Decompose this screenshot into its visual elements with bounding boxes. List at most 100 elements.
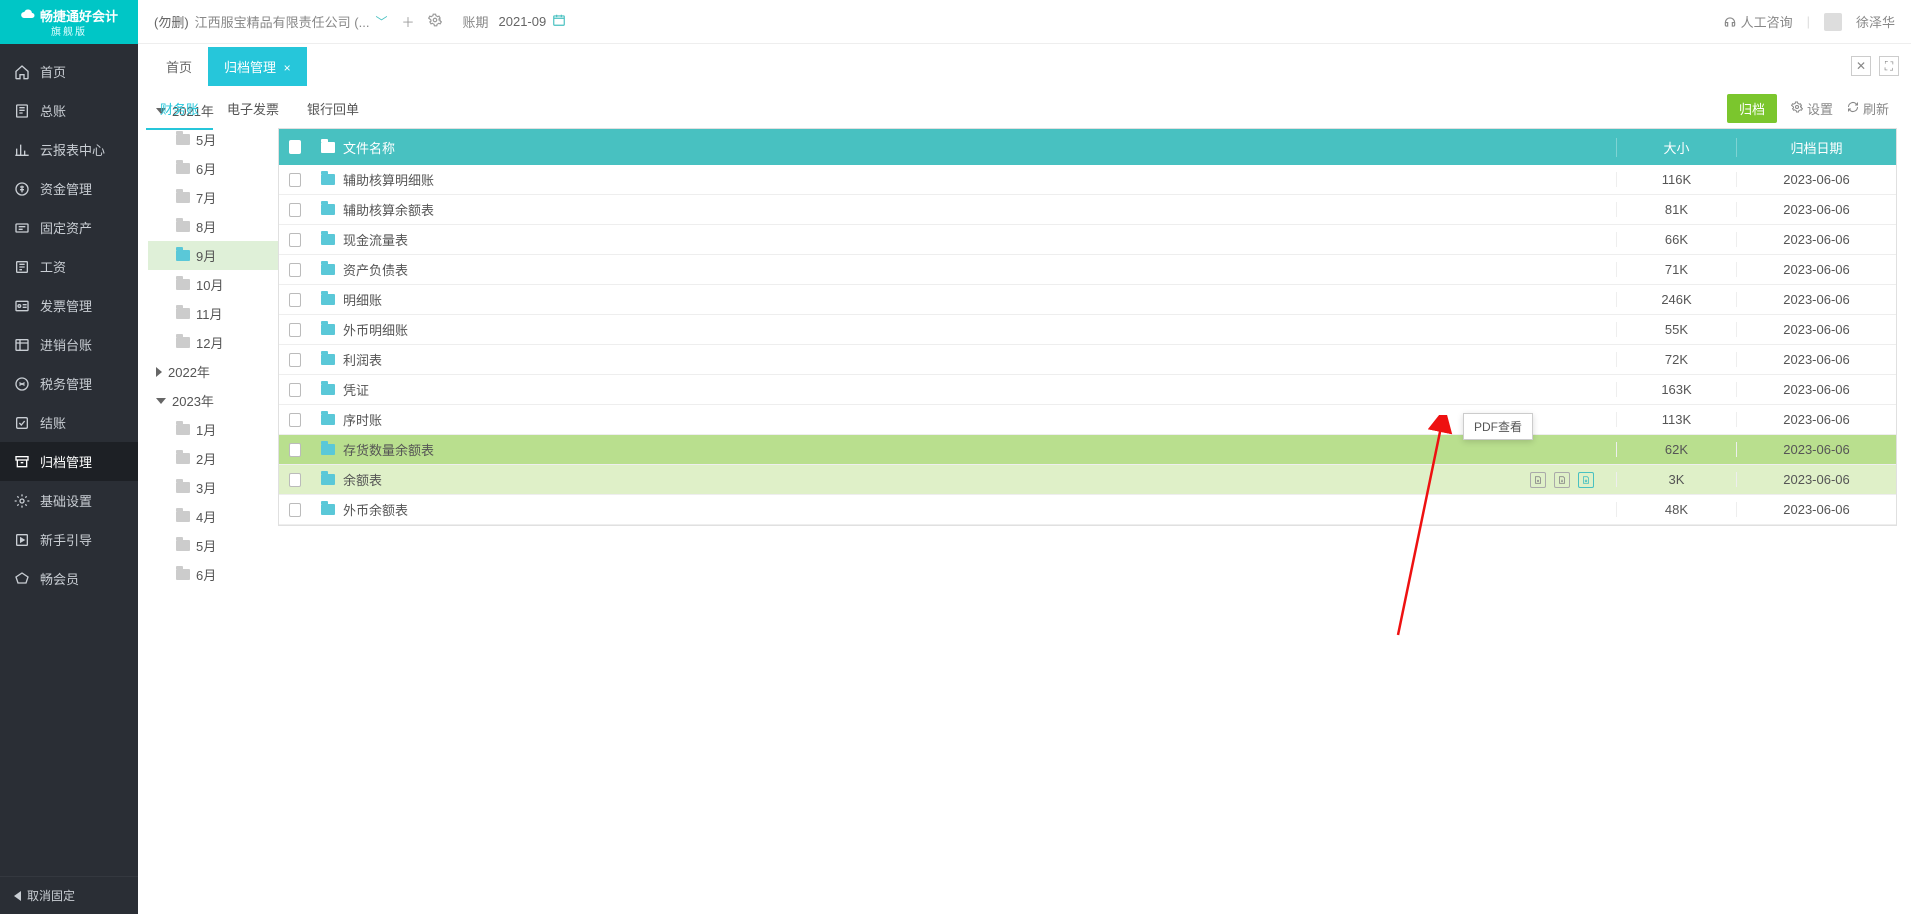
col-header-name: 文件名称 [343,138,395,157]
sidebar-item-13[interactable]: 畅会员 [0,559,138,598]
plus-icon[interactable]: ＋ [401,12,414,31]
sidebar-item-0[interactable]: 首页 [0,52,138,91]
table-row[interactable]: 辅助核算余额表81K2023-06-06 [279,195,1896,225]
tree-month-2-2[interactable]: 3月 [148,473,278,502]
year-tree: 2021年5月6月7月8月9月10月11月12月2022年2023年1月2月3月… [138,88,278,597]
sidebar-item-5[interactable]: 工资 [0,247,138,286]
ledger-icon [14,103,30,119]
sidebar-item-1[interactable]: 总账 [0,91,138,130]
select-all-checkbox[interactable] [289,140,301,154]
table-row[interactable]: 凭证163K2023-06-06 [279,375,1896,405]
sidebar-unpin[interactable]: 取消固定 [0,876,138,914]
folder-icon [321,474,335,485]
folder-icon [176,540,190,551]
tab-archive[interactable]: 归档管理 × [208,47,307,86]
row-checkbox[interactable] [289,383,301,397]
close-tab-icon[interactable]: ✕ [1851,56,1871,76]
table-row[interactable]: 利润表72K2023-06-06 [279,345,1896,375]
row-checkbox[interactable] [289,203,301,217]
caret-down-icon [156,398,166,404]
file-size: 48K [1616,502,1736,517]
table-row[interactable]: 外币余额表48K2023-06-06 [279,495,1896,525]
tree-year-1[interactable]: 2022年 [148,357,278,386]
sidebar-item-label: 总账 [40,101,66,120]
row-checkbox[interactable] [289,233,301,247]
sidebar-item-10[interactable]: 归档管理 [0,442,138,481]
calendar-icon[interactable] [552,13,566,30]
inner-tab-einvoice[interactable]: 电子发票 [213,89,293,128]
tree-month-2-4[interactable]: 5月 [148,531,278,560]
table-row[interactable]: 明细账246K2023-06-06 [279,285,1896,315]
tree-month-0-1[interactable]: 6月 [148,154,278,183]
sidebar-item-label: 基础设置 [40,491,92,510]
company-selector[interactable]: (勿删) 江西服宝精品有限责任公司 (... ﹀ [154,12,387,31]
gear-icon[interactable] [428,13,442,30]
sidebar-item-7[interactable]: 进销台账 [0,325,138,364]
tree-year-2[interactable]: 2023年 [148,386,278,415]
table-row[interactable]: 辅助核算明细账116K2023-06-06 [279,165,1896,195]
tree-month-2-1[interactable]: 2月 [148,444,278,473]
sidebar-item-label: 首页 [40,62,66,81]
tree-month-2-0[interactable]: 1月 [148,415,278,444]
tree-month-0-3[interactable]: 8月 [148,212,278,241]
tree-month-0-7[interactable]: 12月 [148,328,278,357]
file-name: 资产负债表 [343,260,408,279]
row-checkbox[interactable] [289,263,301,277]
file-name: 现金流量表 [343,230,408,249]
inner-tab-bank[interactable]: 银行回单 [293,89,373,128]
user-avatar-icon[interactable] [1824,13,1842,31]
period-value[interactable]: 2021-09 [499,14,547,29]
file-size: 113K [1616,412,1736,427]
row-checkbox[interactable] [289,443,301,457]
pdf-download-icon[interactable] [1554,472,1570,488]
archive-button[interactable]: 归档 [1727,94,1777,123]
sidebar-item-2[interactable]: 云报表中心 [0,130,138,169]
table-row[interactable]: 存货数量余额表62K2023-06-06 [279,435,1896,465]
folder-icon [321,294,335,305]
table-row[interactable]: 外币明细账55K2023-06-06 [279,315,1896,345]
inner-tab-finance[interactable]: 财务账 [146,89,213,130]
tree-month-0-6[interactable]: 11月 [148,299,278,328]
sidebar: 畅捷通好会计 旗舰版 首页总账云报表中心资金管理固定资产工资发票管理进销台账税务… [0,0,138,914]
file-name: 凭证 [343,380,369,399]
table-row[interactable]: 余额表3K2023-06-06 [279,465,1896,495]
file-table: 文件名称 大小 归档日期 辅助核算明细账116K2023-06-06辅助核算余额… [278,128,1897,526]
folder-icon [321,384,335,395]
headset-icon[interactable]: 人工咨询 [1723,12,1793,31]
table-row[interactable]: 现金流量表66K2023-06-06 [279,225,1896,255]
folder-icon [321,504,335,515]
table-row[interactable]: 资产负债表71K2023-06-06 [279,255,1896,285]
pdf-preview-icon[interactable] [1578,472,1594,488]
row-checkbox[interactable] [289,503,301,517]
tree-month-2-3[interactable]: 4月 [148,502,278,531]
row-checkbox[interactable] [289,173,301,187]
sidebar-item-label: 工资 [40,257,66,276]
fullscreen-icon[interactable]: ⛶ [1879,56,1899,76]
row-checkbox[interactable] [289,293,301,307]
caret-right-icon [156,367,162,377]
sidebar-item-3[interactable]: 资金管理 [0,169,138,208]
row-checkbox[interactable] [289,323,301,337]
sidebar-item-9[interactable]: 结账 [0,403,138,442]
folder-icon [321,234,335,245]
excel-download-icon[interactable] [1530,472,1546,488]
close-icon[interactable]: × [284,61,291,75]
tab-home[interactable]: 首页 [150,47,208,86]
table-row[interactable]: 序时账113K2023-06-06 [279,405,1896,435]
tree-month-2-5[interactable]: 6月 [148,560,278,589]
sidebar-item-6[interactable]: 发票管理 [0,286,138,325]
tree-year-label: 2023年 [172,391,214,410]
row-checkbox[interactable] [289,473,301,487]
sidebar-item-12[interactable]: 新手引导 [0,520,138,559]
tree-month-0-2[interactable]: 7月 [148,183,278,212]
sidebar-item-8[interactable]: 税务管理 [0,364,138,403]
tree-month-0-4[interactable]: 9月 [148,241,278,270]
user-name[interactable]: 徐泽华 [1856,12,1895,31]
refresh-link[interactable]: 刷新 [1847,99,1889,118]
sidebar-item-4[interactable]: 固定资产 [0,208,138,247]
row-checkbox[interactable] [289,413,301,427]
tree-month-0-5[interactable]: 10月 [148,270,278,299]
sidebar-item-11[interactable]: 基础设置 [0,481,138,520]
row-checkbox[interactable] [289,353,301,367]
settings-link[interactable]: 设置 [1791,99,1833,118]
